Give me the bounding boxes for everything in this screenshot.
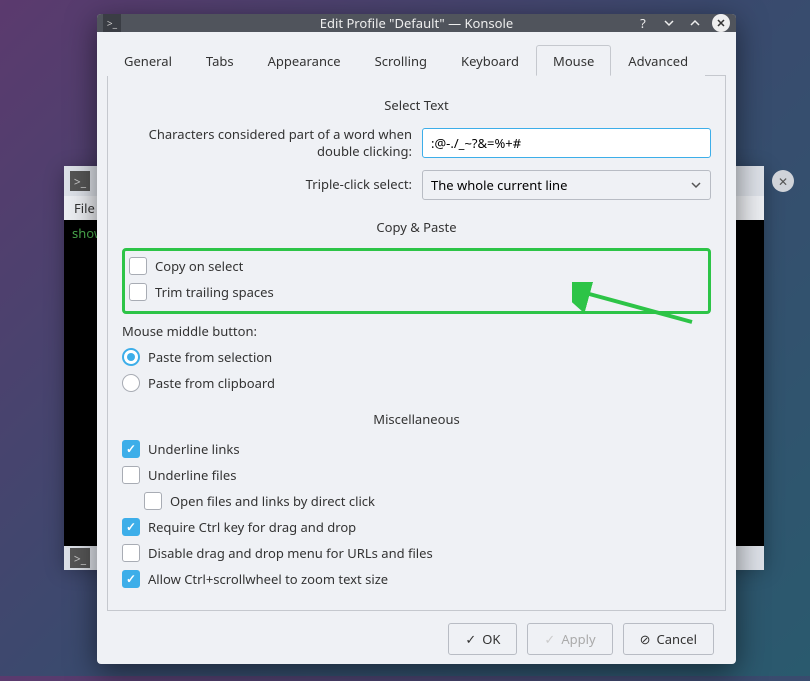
disable-dnd-label: Disable drag and drop menu for URLs and … (148, 544, 433, 562)
underline-links-checkbox[interactable] (122, 440, 140, 458)
copy-on-select-checkbox[interactable] (129, 257, 147, 275)
section-copy-paste: Copy & Paste (122, 218, 711, 236)
paste-clipboard-label: Paste from clipboard (148, 374, 275, 392)
tab-bar: General Tabs Appearance Scrolling Keyboa… (107, 44, 726, 76)
copy-on-select-label: Copy on select (155, 257, 243, 275)
minimize-button[interactable] (660, 14, 678, 32)
apply-button[interactable]: ✓Apply (527, 623, 612, 655)
close-button[interactable]: ✕ (712, 14, 730, 32)
help-button[interactable]: ? (634, 14, 652, 32)
triple-click-select[interactable]: The whole current line (422, 170, 711, 200)
require-ctrl-checkbox[interactable] (122, 518, 140, 536)
close-icon[interactable]: ✕ (772, 170, 794, 192)
app-icon: >_ (103, 14, 121, 32)
underline-files-label: Underline files (148, 466, 236, 484)
ok-button[interactable]: ✓OK (448, 623, 517, 655)
allow-zoom-label: Allow Ctrl+scrollwheel to zoom text size (148, 570, 388, 588)
cancel-icon: ⊘ (640, 630, 651, 648)
terminal-tab-icon: >_ (70, 548, 90, 568)
edit-profile-dialog: >_ Edit Profile "Default" — Konsole ? ✕ … (97, 14, 736, 664)
triple-click-label: Triple-click select: (122, 176, 422, 193)
underline-links-label: Underline links (148, 440, 240, 458)
open-direct-checkbox[interactable] (144, 492, 162, 510)
paste-selection-radio[interactable] (122, 348, 140, 366)
paste-clipboard-radio[interactable] (122, 374, 140, 392)
cancel-button[interactable]: ⊘Cancel (623, 623, 714, 655)
trim-trailing-label: Trim trailing spaces (155, 283, 274, 301)
middle-button-label: Mouse middle button: (122, 322, 711, 340)
tab-keyboard[interactable]: Keyboard (444, 45, 536, 76)
tab-scrolling[interactable]: Scrolling (358, 45, 444, 76)
dialog-titlebar: >_ Edit Profile "Default" — Konsole ? ✕ (97, 14, 736, 32)
open-direct-label: Open files and links by direct click (170, 492, 375, 510)
tab-advanced[interactable]: Advanced (611, 45, 705, 76)
allow-zoom-checkbox[interactable] (122, 570, 140, 588)
maximize-button[interactable] (686, 14, 704, 32)
dialog-title: Edit Profile "Default" — Konsole (320, 14, 513, 32)
chars-label: Characters considered part of a word whe… (122, 126, 422, 160)
annotation-highlight: Copy on select Trim trailing spaces (122, 248, 711, 314)
paste-selection-label: Paste from selection (148, 348, 272, 366)
terminal-app-icon: >_ (70, 171, 90, 191)
check-icon: ✓ (465, 630, 476, 648)
check-icon: ✓ (544, 630, 555, 648)
dialog-buttons: ✓OK ✓Apply ⊘Cancel (107, 611, 726, 669)
tab-appearance[interactable]: Appearance (251, 45, 358, 76)
disable-dnd-checkbox[interactable] (122, 544, 140, 562)
section-select-text: Select Text (122, 96, 711, 114)
tab-general[interactable]: General (107, 45, 189, 76)
trim-trailing-checkbox[interactable] (129, 283, 147, 301)
chars-input[interactable] (422, 128, 711, 158)
mouse-panel: Select Text Characters considered part o… (107, 76, 726, 611)
underline-files-checkbox[interactable] (122, 466, 140, 484)
tab-mouse[interactable]: Mouse (536, 45, 611, 76)
require-ctrl-label: Require Ctrl key for drag and drop (148, 518, 356, 536)
section-misc: Miscellaneous (122, 410, 711, 428)
tab-tabs[interactable]: Tabs (189, 45, 251, 76)
